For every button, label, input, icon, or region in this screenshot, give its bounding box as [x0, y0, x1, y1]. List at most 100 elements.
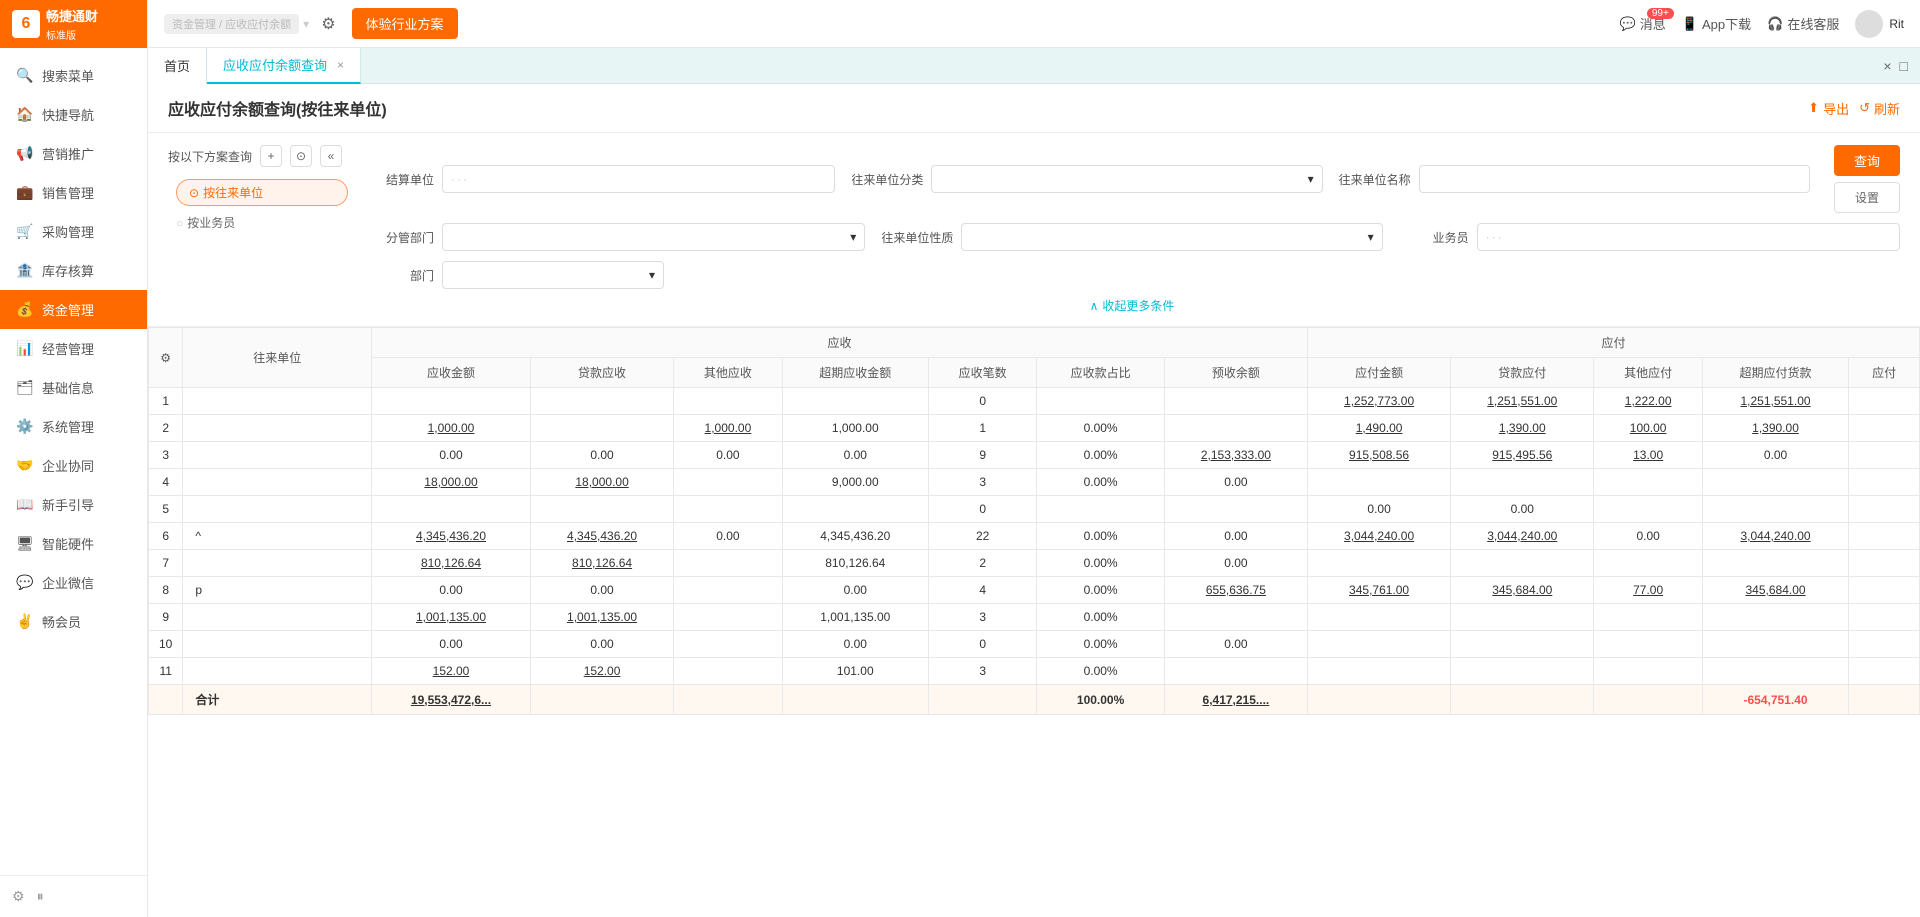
sidebar-item-base[interactable]: 🗂 基础信息: [0, 368, 147, 407]
app-download-btn[interactable]: 📱 App下载: [1682, 14, 1751, 33]
user-menu[interactable]: Rit: [1855, 10, 1904, 38]
sidebar-item-member[interactable]: ✌ 畅会员: [0, 602, 147, 641]
footer-pre-rec[interactable]: 6,417,215....: [1164, 685, 1307, 715]
col-group-payable: 应付: [1307, 328, 1919, 358]
footer-label: 合计: [183, 685, 372, 715]
inventory-icon: 🏦: [16, 262, 34, 279]
sidebar-item-sales[interactable]: 💼 销售管理: [0, 173, 147, 212]
footer-empty1: [149, 685, 183, 715]
sidebar-item-hardware[interactable]: 🖥 智能硬件: [0, 524, 147, 563]
sidebar-item-guide[interactable]: 📖 新手引导: [0, 485, 147, 524]
tab-close-btn[interactable]: ×: [337, 58, 344, 72]
tab-balance-query[interactable]: 应收应付余额查询 ×: [207, 48, 361, 84]
col-rec-overdue: 超期应收金额: [782, 358, 928, 388]
home-icon: 🏠: [16, 106, 34, 123]
tab-home[interactable]: 首页: [148, 48, 207, 84]
table-row: 418,000.0018,000.009,000.0030.00%0.00: [149, 469, 1920, 496]
breadcrumb-arrow: ▾: [303, 17, 309, 31]
page-title: 应收应付余额查询(按往来单位): [168, 96, 387, 120]
tab-maximize-btn[interactable]: □: [1900, 58, 1908, 74]
sidebar-item-enterprise[interactable]: 🤝 企业协同: [0, 446, 147, 485]
sidebar-item-label: 基础信息: [42, 378, 94, 397]
sidebar-item-purchase[interactable]: 🛒 采购管理: [0, 212, 147, 251]
footer-rec-amount[interactable]: 19,553,472,6...: [372, 685, 531, 715]
collapse-icon: ∧: [1090, 299, 1099, 313]
collapse-label: 收起更多条件: [1102, 297, 1174, 314]
field-partner-category: 往来单位分类 ▾: [851, 165, 1322, 193]
footer-pay-amount: [1307, 685, 1450, 715]
partner-name-input[interactable]: [1419, 165, 1810, 193]
header-settings-icon[interactable]: ⚙: [321, 14, 335, 34]
salesman-input[interactable]: ···: [1477, 223, 1900, 251]
query-button[interactable]: 查询: [1834, 145, 1900, 176]
app-download-label: App下载: [1702, 14, 1751, 33]
sidebar-collapse-btn[interactable]: ⏸: [37, 888, 44, 905]
member-icon: ✌: [16, 613, 34, 630]
col-pay-amount: 应付金额: [1307, 358, 1450, 388]
table-row: 11152.00152.00101.0030.00%: [149, 658, 1920, 685]
dept-label: 部门: [364, 267, 434, 284]
sidebar-item-search[interactable]: 🔍 搜索菜单: [0, 56, 147, 95]
message-btn[interactable]: 💬 消息 99+: [1620, 14, 1666, 33]
field-partner-name: 往来单位名称: [1339, 165, 1810, 193]
col-partner: 往来单位: [183, 328, 372, 388]
mode-active-label: 按往来单位: [203, 184, 263, 201]
mode-inactive-label: 按业务员: [187, 214, 235, 231]
col-rec-loan: 贷款应收: [530, 358, 673, 388]
search-fields: 结算单位 ··· 往来单位分类 ▾: [364, 145, 1900, 289]
col-pay-loan: 贷款应付: [1451, 358, 1594, 388]
dept-manager-select[interactable]: ▾: [442, 223, 865, 251]
sidebar-item-operations[interactable]: 📊 经营管理: [0, 329, 147, 368]
sidebar-settings-btn[interactable]: ⚙: [12, 888, 25, 905]
col-pay-overdue: 超期应付货款: [1702, 358, 1848, 388]
sidebar-item-label: 经营管理: [42, 339, 94, 358]
setup-button[interactable]: 设置: [1834, 182, 1900, 213]
search-modes: 按以下方案查询 + ⊙ «: [168, 145, 348, 167]
sidebar-item-marketing[interactable]: 📢 营销推广: [0, 134, 147, 173]
field-dept-manager: 分管部门 ▾: [364, 223, 865, 251]
export-button[interactable]: ⬆ 导出: [1808, 99, 1849, 118]
add-scheme-btn[interactable]: +: [260, 145, 282, 167]
field-salesman: 业务员 ···: [1399, 223, 1900, 251]
table-settings-col[interactable]: ⚙: [149, 328, 183, 388]
mode-inactive-icon: ○: [176, 216, 183, 230]
tab-close-window-btn[interactable]: ×: [1883, 58, 1891, 74]
mode-by-partner[interactable]: ⊙ 按往来单位: [176, 179, 348, 206]
guide-icon: 📖: [16, 496, 34, 513]
dept-arrow: ▾: [649, 268, 655, 282]
settlement-input[interactable]: ···: [442, 165, 835, 193]
solution-button[interactable]: 体验行业方案: [352, 8, 458, 39]
sidebar-item-inventory[interactable]: 🏦 库存核算: [0, 251, 147, 290]
page-actions: ⬆ 导出 ↺ 刷新: [1808, 99, 1900, 118]
refresh-button[interactable]: ↺ 刷新: [1859, 99, 1900, 118]
refresh-icon: ↺: [1859, 100, 1870, 116]
sidebar-item-finance[interactable]: 💰 资金管理: [0, 290, 147, 329]
sidebar-item-system[interactable]: ⚙️ 系统管理: [0, 407, 147, 446]
sidebar-item-label: 库存核算: [42, 261, 94, 280]
sidebar-item-nav[interactable]: 🏠 快捷导航: [0, 95, 147, 134]
col-rec-ratio: 应收款占比: [1037, 358, 1164, 388]
sidebar-item-label: 企业微信: [42, 573, 94, 592]
table-row: 30.000.000.000.0090.00%2,153,333.00915,5…: [149, 442, 1920, 469]
online-service-btn[interactable]: 🎧 在线客服: [1767, 14, 1839, 33]
partner-category-label: 往来单位分类: [851, 171, 923, 188]
search-actions: 查询 设置: [1834, 145, 1900, 213]
settings-scheme-btn[interactable]: ⊙: [290, 145, 312, 167]
tabs-controls: × □: [1883, 58, 1920, 74]
partner-category-select[interactable]: ▾: [931, 165, 1322, 193]
tab-home-label: 首页: [164, 56, 190, 75]
mode-by-salesman[interactable]: ○ 按业务员: [176, 210, 348, 235]
sidebar-item-label: 销售管理: [42, 183, 94, 202]
collapse-scheme-btn[interactable]: «: [320, 145, 342, 167]
sidebar-item-wechat[interactable]: 💬 企业微信: [0, 563, 147, 602]
mode-active-icon: ⊙: [189, 186, 199, 200]
search-panel: 按以下方案查询 + ⊙ « ⊙ 按往来单位 ○ 按业务员: [148, 133, 1920, 327]
export-label: 导出: [1823, 99, 1849, 118]
partner-nature-select[interactable]: ▾: [961, 223, 1382, 251]
collapse-more-btn[interactable]: ∧ 收起更多条件: [364, 297, 1900, 314]
dept-select[interactable]: ▾: [442, 261, 664, 289]
footer-pay-other: [1594, 685, 1703, 715]
finance-icon: 💰: [16, 301, 34, 318]
dept-manager-label: 分管部门: [364, 229, 434, 246]
col-rec-amount: 应收金额: [372, 358, 531, 388]
